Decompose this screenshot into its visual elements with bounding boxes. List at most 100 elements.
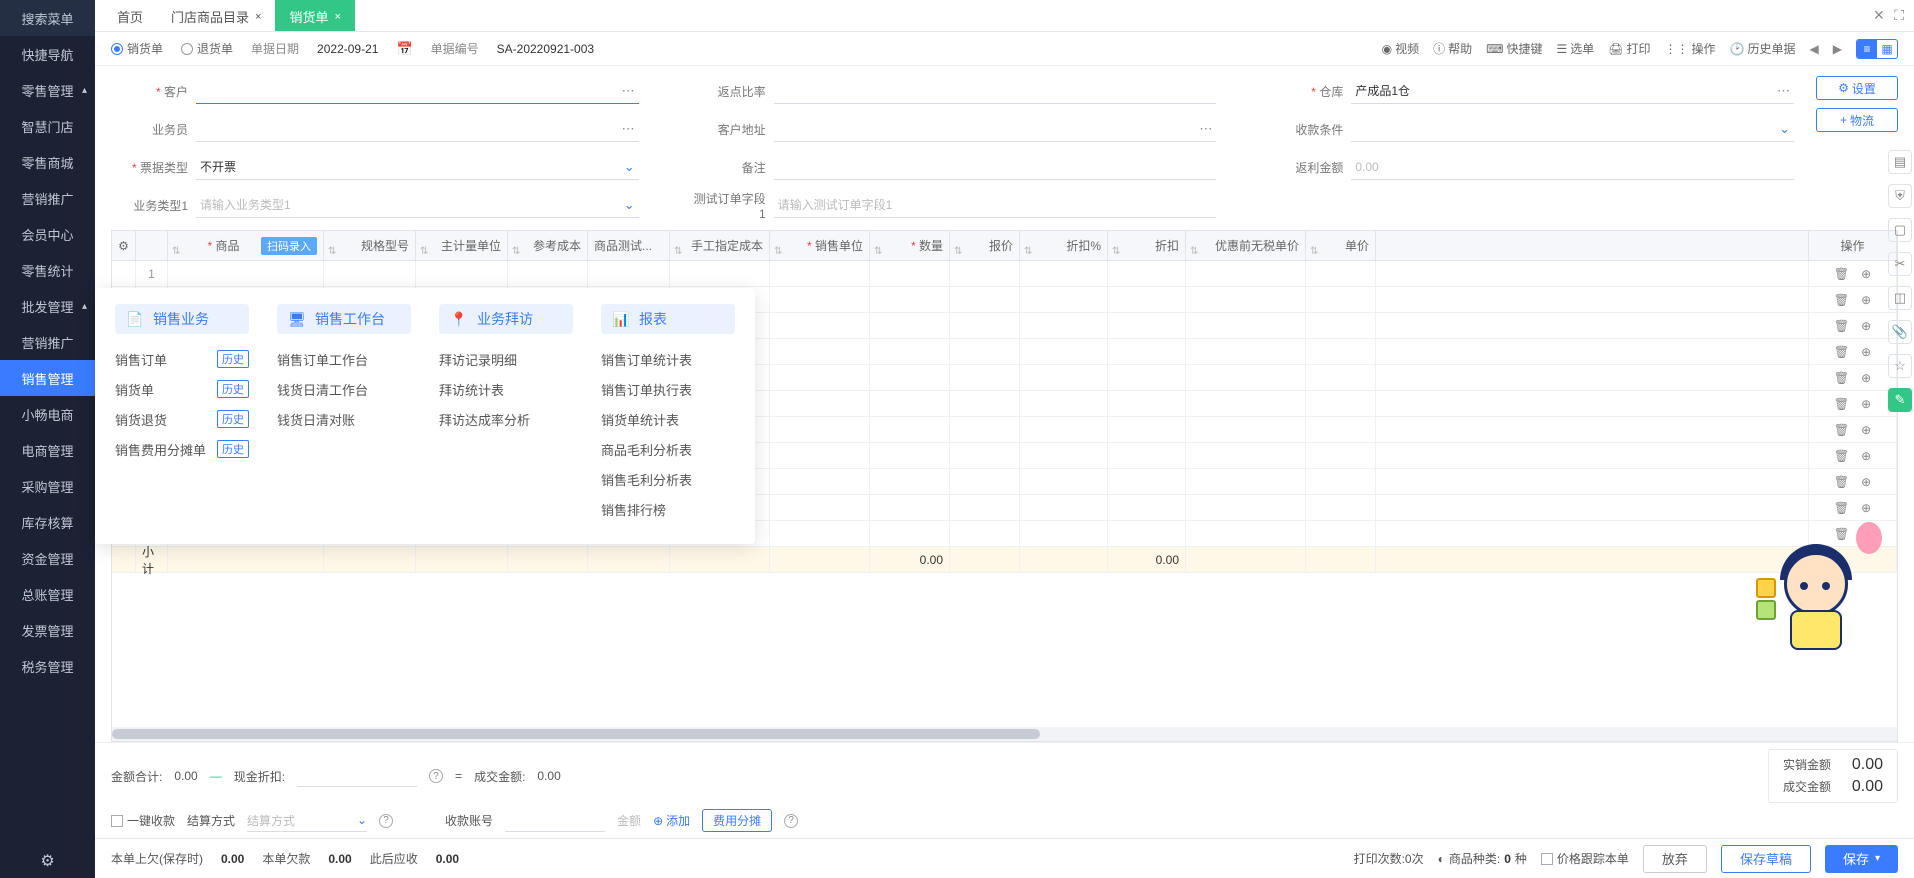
submenu-link[interactable]: 销售费用分摊单历史 [115,434,249,464]
lookup-icon[interactable]: ⋯ [622,121,635,137]
list-view-icon[interactable]: ≡ [1857,40,1877,58]
date-value[interactable]: 2022-09-21 [317,42,378,56]
help-button[interactable]: ⓘ 帮助 [1433,40,1472,57]
fullscreen-icon[interactable]: ⛶ [1894,7,1904,24]
delete-row-icon[interactable]: 🗑 [1834,267,1849,281]
rail-attach-icon[interactable]: 📎 [1888,320,1912,344]
save-button[interactable]: 保存▾ [1825,845,1898,873]
sidebar-item[interactable]: 快捷导航 [0,36,95,72]
sidebar-item[interactable]: 库存核算 [0,504,95,540]
fee-alloc-button[interactable]: 费用分摊 [702,809,772,832]
submenu-link[interactable]: 销货单统计表 [601,404,735,434]
sidebar-item[interactable]: 零售统计 [0,252,95,288]
delete-row-icon[interactable]: 🗑 [1834,345,1849,359]
video-button[interactable]: ◉ 视频 [1382,40,1420,57]
sidebar-item[interactable]: 搜索菜单 [0,0,95,36]
add-row-icon[interactable]: ⊕ [1861,449,1871,463]
invoice-select[interactable]: 不开票⌄ [196,154,639,180]
add-row-icon[interactable]: ⊕ [1861,319,1871,333]
close-all-icon[interactable]: × [1874,5,1885,26]
sidebar-item[interactable]: 零售商城 [0,144,95,180]
history-chip[interactable]: 历史 [217,350,249,368]
submenu-link[interactable]: 销售订单执行表 [601,374,735,404]
col-unit[interactable]: 主计量单位 [416,231,508,260]
sidebar-item[interactable]: 销售管理 [0,360,95,396]
sidebar-item[interactable]: 发票管理 [0,612,95,648]
cash-disc-input[interactable] [297,765,417,787]
submenu-link[interactable]: 拜访记录明细 [439,344,573,374]
type-return-radio[interactable]: 退货单 [181,40,233,57]
grid-view-icon[interactable]: ▦ [1877,40,1897,58]
submenu-link[interactable]: 钱货日清工作台 [277,374,411,404]
calendar-icon[interactable]: 📅 [396,41,412,57]
sidebar-item[interactable]: 营销推广 [0,180,95,216]
add-row-icon[interactable]: ⊕ [1861,397,1871,411]
lookup-icon[interactable]: ⋯ [622,83,635,99]
submenu-link[interactable]: 销售毛利分析表 [601,464,735,494]
view-toggle[interactable]: ≡ ▦ [1856,39,1898,59]
rail-shield-icon[interactable]: ⛨ [1888,184,1912,208]
submenu-link[interactable]: 钱货日清对账 [277,404,411,434]
col-qty[interactable]: 数量 [870,231,950,260]
biztype-select[interactable]: 请输入业务类型1⌄ [196,192,639,218]
sidebar-item[interactable]: 零售管理 [0,72,95,108]
horizontal-scrollbar[interactable] [112,727,1897,741]
submenu-link[interactable]: 拜访达成率分析 [439,404,573,434]
salesman-input[interactable]: ⋯ [196,116,639,142]
col-quote[interactable]: 报价 [950,231,1020,260]
testfield-input[interactable]: 请输入测试订单字段1 [774,192,1217,218]
add-row-icon[interactable]: ⊕ [1861,293,1871,307]
sidebar-item[interactable]: 采购管理 [0,468,95,504]
add-row-icon[interactable]: ⊕ [1861,267,1871,281]
logistics-button[interactable]: +物流 [1816,108,1898,132]
col-price[interactable]: 单价 [1306,231,1376,260]
sidebar-item[interactable]: 资金管理 [0,540,95,576]
history-button[interactable]: 🕑 历史单据 [1730,40,1796,57]
settle-select[interactable]: 结算方式⌄ [247,810,367,832]
rail-cut-icon[interactable]: ✂ [1888,252,1912,276]
operate-button[interactable]: ⋮⋮ 操作 [1665,40,1716,57]
warehouse-input[interactable]: 产成品1仓⋯ [1351,78,1794,104]
remark-input[interactable] [774,154,1217,180]
mascot-avatar[interactable] [1774,528,1864,648]
sidebar-item[interactable]: 小畅电商 [0,396,95,432]
discard-button[interactable]: 放弃 [1643,845,1707,873]
history-chip[interactable]: 历史 [217,440,249,458]
add-row-icon[interactable]: ⊕ [1861,423,1871,437]
next-doc-icon[interactable]: ▶ [1833,42,1842,56]
scan-input-badge[interactable]: 扫码录入 [261,237,317,255]
sidebar-item[interactable]: 税务管理 [0,648,95,684]
submenu-link[interactable]: 销货单历史 [115,374,249,404]
col-product[interactable]: 商品扫码录入 [168,231,324,260]
account-input[interactable] [505,810,605,832]
one-click-collect-checkbox[interactable]: 一键收款 [111,812,175,829]
col-disc[interactable]: 折扣 [1108,231,1186,260]
tab[interactable]: 首页 [103,0,157,31]
col-sale-unit[interactable]: 销售单位 [770,231,870,260]
shortcut-button[interactable]: ⌨ 快捷键 [1486,40,1542,57]
col-pretax[interactable]: 优惠前无税单价 [1186,231,1306,260]
prev-doc-icon[interactable]: ◀ [1810,42,1819,56]
delete-row-icon[interactable]: 🗑 [1834,371,1849,385]
sidebar-item[interactable]: 营销推广 [0,324,95,360]
history-chip[interactable]: 历史 [217,380,249,398]
delete-row-icon[interactable]: 🗑 [1834,397,1849,411]
col-disc-pct[interactable]: 折扣% [1020,231,1108,260]
customer-input[interactable]: ⋯ [196,78,639,104]
delete-row-icon[interactable]: 🗑 [1834,293,1849,307]
delete-row-icon[interactable]: 🗑 [1834,501,1849,515]
price-follow-checkbox[interactable]: 价格跟踪本单 [1541,850,1629,867]
chevron-down-icon[interactable]: ⌄ [624,197,635,213]
sidebar-item[interactable]: 电商管理 [0,432,95,468]
rebate-input[interactable] [774,78,1217,104]
print-button[interactable]: 🖨 打印 [1608,40,1650,57]
rail-ticket-icon[interactable]: ◫ [1888,286,1912,310]
type-sale-radio[interactable]: 销货单 [111,40,163,57]
delete-row-icon[interactable]: 🗑 [1834,319,1849,333]
submenu-link[interactable]: 商品毛利分析表 [601,434,735,464]
col-cost[interactable]: 参考成本 [508,231,588,260]
tab-close-icon[interactable]: × [334,11,340,23]
add-row-icon[interactable]: ⊕ [1861,475,1871,489]
table-settings-icon[interactable]: ⚙ [112,231,136,260]
scrollbar-thumb[interactable] [112,729,1040,739]
